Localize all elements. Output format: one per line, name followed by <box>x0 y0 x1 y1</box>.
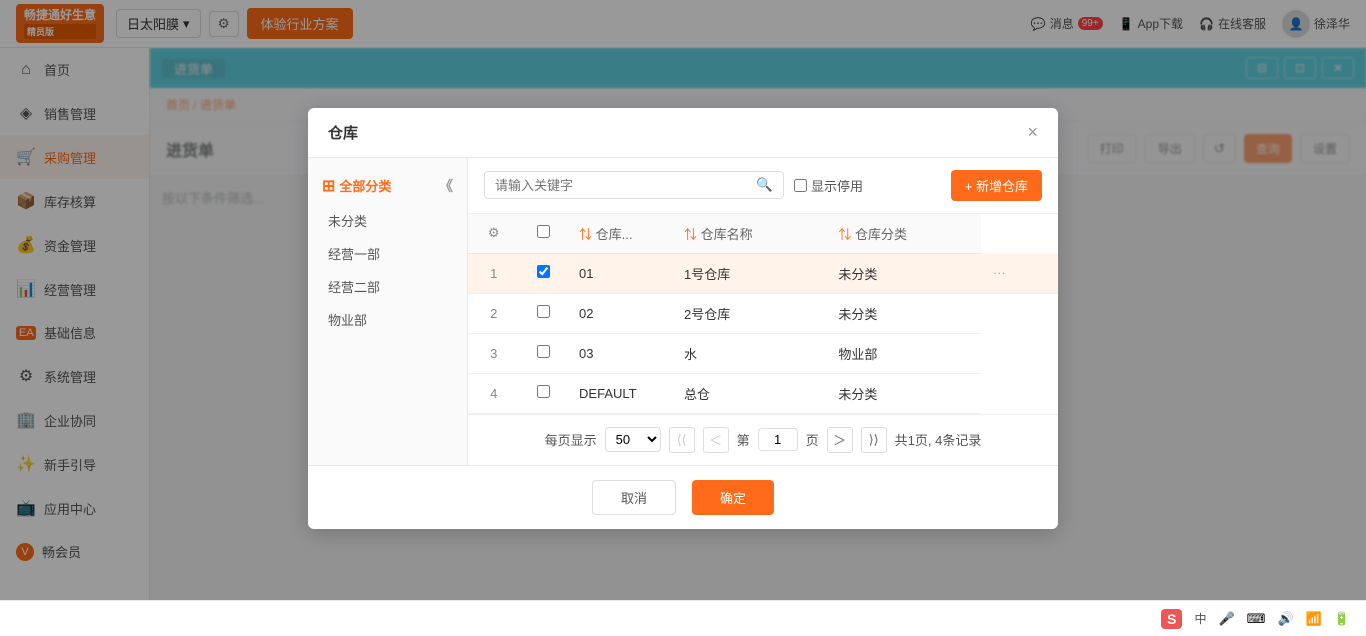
collapse-icon[interactable]: 《 <box>439 176 453 196</box>
search-box: 🔍 <box>484 171 784 199</box>
dialog-sidebar-header: ⊞ 全部分类 《 <box>308 170 467 204</box>
sort-icon: ⇅ <box>579 227 592 242</box>
row-category: 未分类 <box>826 373 980 413</box>
row-actions[interactable]: ··· <box>981 253 1058 293</box>
row-num: 1 <box>468 253 519 293</box>
taskbar: S 中 🎤 ⌨ 🔊 📶 🔋 <box>0 600 1366 636</box>
page-suffix: 页 <box>806 430 819 449</box>
taskbar-icon-keyboard[interactable]: ⌨ <box>1247 611 1266 627</box>
row-checkbox[interactable] <box>519 333 567 373</box>
row-checkbox[interactable] <box>519 253 567 293</box>
col-header-name: ⇅ 仓库名称 <box>672 214 826 254</box>
page-label: 第 <box>737 430 750 449</box>
row-code: DEFAULT <box>567 373 672 413</box>
confirm-button[interactable]: 确定 <box>692 480 774 515</box>
search-input[interactable] <box>485 173 746 198</box>
taskbar-brand: S <box>1161 609 1182 629</box>
table-row[interactable]: 4 DEFAULT 总仓 未分类 <box>468 373 1058 413</box>
add-warehouse-btn[interactable]: + 新增仓库 <box>951 170 1042 201</box>
prev-page-btn[interactable]: ＜ <box>703 427 729 453</box>
taskbar-icon-zh[interactable]: 中 <box>1194 610 1206 627</box>
row-name: 1号仓库 <box>672 253 826 293</box>
per-page-label: 每页显示 <box>545 430 597 449</box>
col-header-checkbox <box>519 214 567 254</box>
dialog-main: 🔍 显示停用 + 新增仓库 ⚙ <box>468 158 1058 465</box>
table-row[interactable]: 2 02 2号仓库 未分类 <box>468 293 1058 333</box>
all-category-label[interactable]: 全部分类 <box>339 176 391 195</box>
show-disabled-checkbox[interactable] <box>794 179 807 192</box>
row-num: 4 <box>468 373 519 413</box>
pagination: 每页显示 50 20 100 ⟨⟨ ＜ 第 页 ＞ ⟩⟩ 共1页, 4条记录 <box>468 414 1058 465</box>
search-button[interactable]: 🔍 <box>746 172 783 198</box>
dialog-category-sidebar: ⊞ 全部分类 《 未分类 经营一部 经营二部 物业部 <box>308 158 468 465</box>
category-label: 物业部 <box>328 313 367 328</box>
row-code: 02 <box>567 293 672 333</box>
total-info: 共1页, 4条记录 <box>895 430 982 449</box>
taskbar-icon-mic[interactable]: 🎤 <box>1218 611 1234 627</box>
row-code: 03 <box>567 333 672 373</box>
taskbar-icon-volume[interactable]: 🔊 <box>1277 611 1293 627</box>
table-row[interactable]: 1 01 1号仓库 未分类 ··· <box>468 253 1058 293</box>
next-page-btn[interactable]: ＞ <box>827 427 853 453</box>
row-name: 水 <box>672 333 826 373</box>
row-num: 2 <box>468 293 519 333</box>
dialog-header: 仓库 × <box>308 108 1058 158</box>
table-row[interactable]: 3 03 水 物业部 <box>468 333 1058 373</box>
category-item-dept2[interactable]: 经营二部 <box>308 270 467 303</box>
col-header-code: ⇅ 仓库... <box>567 214 672 254</box>
category-label: 未分类 <box>328 214 367 229</box>
dialog-overlay: 仓库 × ⊞ 全部分类 《 未分类 经营一部 <box>0 0 1366 636</box>
category-item-property[interactable]: 物业部 <box>308 303 467 336</box>
row-checkbox[interactable] <box>519 373 567 413</box>
sort-cat-icon: ⇅ <box>838 227 851 242</box>
show-disabled-label[interactable]: 显示停用 <box>794 176 863 195</box>
dialog-table: ⚙ ⇅ 仓库... ⇅ 仓库名称 ⇅ 仓库分类 <box>468 214 1058 414</box>
row-num: 3 <box>468 333 519 373</box>
select-all-checkbox[interactable] <box>537 225 550 238</box>
taskbar-icon-battery[interactable]: 🔋 <box>1334 611 1350 627</box>
page-input[interactable] <box>758 428 798 451</box>
per-page-select[interactable]: 50 20 100 <box>605 427 661 452</box>
dialog-title: 仓库 <box>328 122 358 143</box>
cancel-button[interactable]: 取消 <box>592 480 676 515</box>
category-item-unclassified[interactable]: 未分类 <box>308 204 467 237</box>
first-page-btn[interactable]: ⟨⟨ <box>669 427 695 453</box>
col-header-category: ⇅ 仓库分类 <box>826 214 980 254</box>
row-name: 总仓 <box>672 373 826 413</box>
last-page-btn[interactable]: ⟩⟩ <box>861 427 887 453</box>
category-label: 经营二部 <box>328 280 380 295</box>
taskbar-icon-network[interactable]: 📶 <box>1306 611 1322 627</box>
row-more-icon[interactable]: ··· <box>993 265 1006 280</box>
category-item-dept1[interactable]: 经营一部 <box>308 237 467 270</box>
grid-icon: ⊞ <box>322 176 335 196</box>
row-category: 物业部 <box>826 333 980 373</box>
table-header-row: ⚙ ⇅ 仓库... ⇅ 仓库名称 ⇅ 仓库分类 <box>468 214 1058 254</box>
sort-name-icon: ⇅ <box>684 227 697 242</box>
dialog-toolbar: 🔍 显示停用 + 新增仓库 <box>468 158 1058 214</box>
row-category: 未分类 <box>826 253 980 293</box>
warehouse-dialog: 仓库 × ⊞ 全部分类 《 未分类 经营一部 <box>308 108 1058 529</box>
close-icon[interactable]: × <box>1027 122 1038 143</box>
col-header-settings: ⚙ <box>468 214 519 254</box>
row-category: 未分类 <box>826 293 980 333</box>
row-name: 2号仓库 <box>672 293 826 333</box>
row-code: 01 <box>567 253 672 293</box>
dialog-body: ⊞ 全部分类 《 未分类 经营一部 经营二部 物业部 <box>308 158 1058 465</box>
dialog-footer: 取消 确定 <box>308 465 1058 529</box>
category-label: 经营一部 <box>328 247 380 262</box>
row-checkbox[interactable] <box>519 293 567 333</box>
